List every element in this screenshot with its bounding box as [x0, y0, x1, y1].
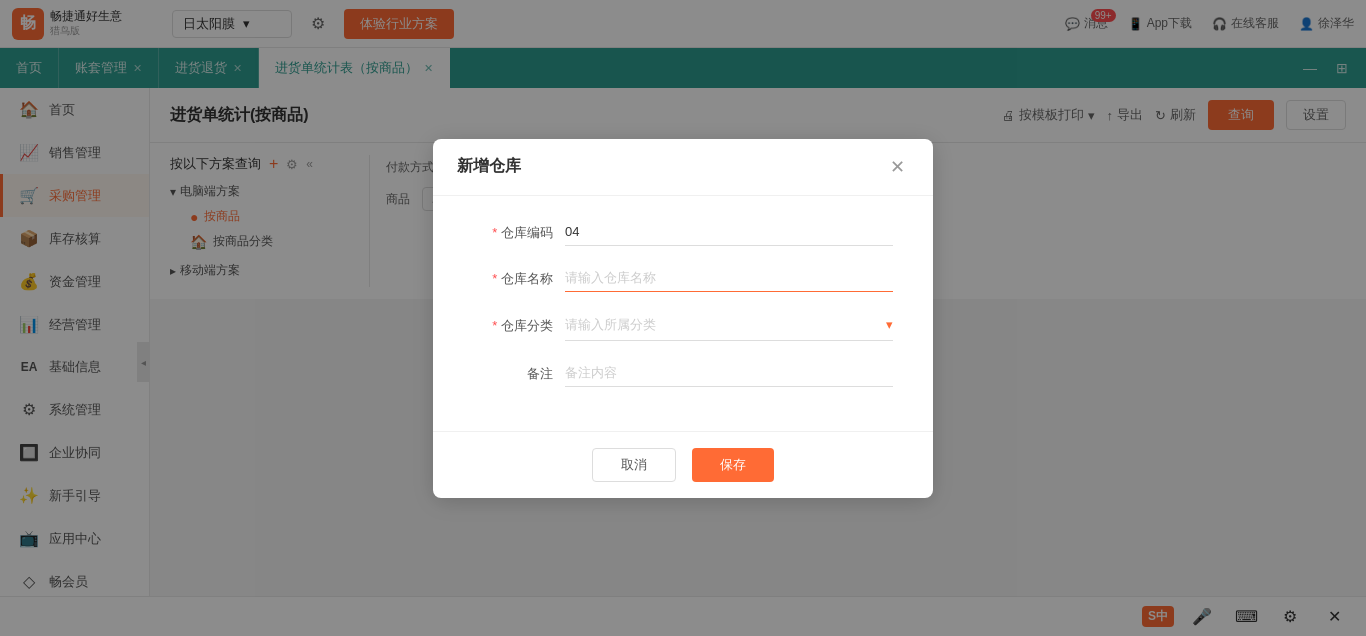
- category-placeholder: 请输入所属分类: [565, 316, 656, 334]
- modal-header: 新增仓库 ✕: [433, 139, 933, 196]
- remark-input[interactable]: [565, 361, 893, 387]
- form-row-category: * 仓库分类 请输入所属分类 ▾: [473, 312, 893, 341]
- code-input[interactable]: [565, 220, 893, 246]
- modal-overlay: 新增仓库 ✕ * 仓库编码 * 仓库名称: [0, 0, 1366, 636]
- form-row-name: * 仓库名称: [473, 266, 893, 292]
- save-button[interactable]: 保存: [692, 448, 774, 482]
- form-row-remark: 备注: [473, 361, 893, 387]
- code-label: * 仓库编码: [473, 224, 553, 242]
- modal-close-button[interactable]: ✕: [885, 155, 909, 179]
- name-label: * 仓库名称: [473, 270, 553, 288]
- category-select[interactable]: 请输入所属分类 ▾: [565, 312, 893, 341]
- required-mark: *: [492, 225, 501, 240]
- modal-footer: 取消 保存: [433, 431, 933, 498]
- add-warehouse-modal: 新增仓库 ✕ * 仓库编码 * 仓库名称: [433, 139, 933, 498]
- category-chevron-icon: ▾: [886, 317, 893, 332]
- remark-label: 备注: [473, 365, 553, 383]
- category-label: * 仓库分类: [473, 317, 553, 335]
- category-required-mark: *: [492, 318, 501, 333]
- name-required-mark: *: [492, 271, 501, 286]
- form-row-code: * 仓库编码: [473, 220, 893, 246]
- cancel-button[interactable]: 取消: [592, 448, 676, 482]
- modal-body: * 仓库编码 * 仓库名称 * 仓库分类 请输: [433, 196, 933, 431]
- modal-title: 新增仓库: [457, 156, 521, 177]
- name-input[interactable]: [565, 266, 893, 292]
